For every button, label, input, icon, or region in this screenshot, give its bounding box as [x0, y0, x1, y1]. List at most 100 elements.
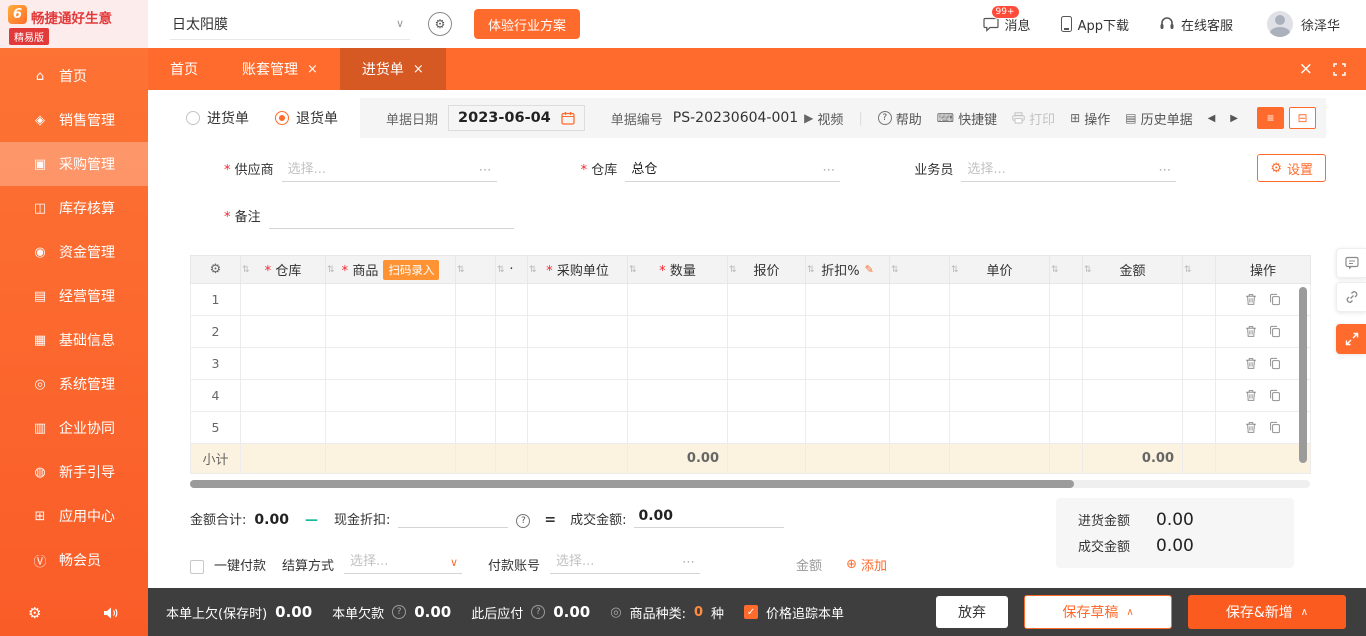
- sidebar-item-member[interactable]: Ⓥ 畅会员: [0, 538, 148, 582]
- cell-product[interactable]: [325, 283, 456, 316]
- cell-unit[interactable]: [527, 379, 628, 412]
- cell-warehouse[interactable]: [240, 283, 326, 316]
- sidebar-item-app-center[interactable]: ⊞ 应用中心: [0, 494, 148, 538]
- sidebar-item-sales[interactable]: ◈ 销售管理: [0, 98, 148, 142]
- cash-discount-input[interactable]: [398, 508, 509, 528]
- cell-discount[interactable]: [805, 347, 890, 380]
- cell-model[interactable]: [495, 347, 528, 380]
- settlement-select[interactable]: 选择... ∨: [344, 552, 463, 574]
- sort-icon[interactable]: ⇅: [951, 265, 959, 275]
- column-header-unit[interactable]: ⇅ 采购单位: [527, 255, 628, 284]
- user-avatar[interactable]: [1266, 11, 1293, 37]
- column-header-product[interactable]: ⇅ 商品扫码录入: [325, 255, 456, 284]
- cell-model[interactable]: [495, 411, 528, 444]
- cell-c9[interactable]: [889, 411, 950, 444]
- date-input[interactable]: 2023-06-04: [448, 105, 585, 131]
- cell-warehouse[interactable]: [240, 315, 326, 348]
- delete-row-icon[interactable]: [1245, 357, 1257, 370]
- nav-left-icon[interactable]: ◀: [1208, 113, 1216, 124]
- account-more-icon[interactable]: ⋯: [682, 556, 696, 569]
- cell-qty[interactable]: [627, 315, 728, 348]
- hotkeys-button[interactable]: ⌨ 快捷键: [937, 109, 997, 128]
- add-payment-button[interactable]: ⊕ 添加: [846, 555, 887, 574]
- column-header-amount[interactable]: ⇅ 金额: [1082, 255, 1183, 284]
- cell-unit[interactable]: [527, 315, 628, 348]
- view-list-button[interactable]: ≡: [1257, 107, 1284, 129]
- scan-entry-button[interactable]: 扫码录入: [383, 259, 440, 280]
- cell-amount[interactable]: [1082, 347, 1183, 380]
- radio-return-order[interactable]: 退货单: [275, 108, 338, 128]
- warehouse-more-icon[interactable]: ⋯: [822, 164, 836, 177]
- cell-product[interactable]: [325, 347, 456, 380]
- link-icon[interactable]: [1336, 282, 1366, 312]
- tab-home[interactable]: 首页: [148, 48, 220, 90]
- sort-icon[interactable]: ⇅: [529, 265, 537, 275]
- cell-c11[interactable]: [1049, 379, 1083, 412]
- nav-right-icon[interactable]: ▶: [1230, 113, 1238, 124]
- tab-account-books[interactable]: 账套管理 ×: [220, 48, 340, 90]
- scrollbar-thumb[interactable]: [190, 480, 1074, 488]
- username[interactable]: 徐泽华: [1301, 15, 1340, 34]
- save-draft-button[interactable]: 保存草稿 ∧: [1024, 595, 1172, 629]
- cell-discount[interactable]: [805, 411, 890, 444]
- sidebar-item-inventory[interactable]: ◫ 库存核算: [0, 186, 148, 230]
- cell-amount[interactable]: [1082, 411, 1183, 444]
- one-click-pay-checkbox[interactable]: [190, 560, 204, 574]
- cell-c9[interactable]: [889, 283, 950, 316]
- cell-model[interactable]: [495, 283, 528, 316]
- cell-model[interactable]: [495, 379, 528, 412]
- view-grid-button[interactable]: ⊟: [1289, 107, 1316, 129]
- price-track-checkbox[interactable]: ✓: [744, 605, 759, 619]
- sidebar-item-base-info[interactable]: ▦ 基础信息: [0, 318, 148, 362]
- cell-spec[interactable]: [455, 315, 496, 348]
- salesman-more-icon[interactable]: ⋯: [1158, 164, 1172, 177]
- close-all-icon[interactable]: ×: [1299, 60, 1313, 78]
- deal-amount-input[interactable]: 0.00: [634, 508, 785, 528]
- column-header-warehouse[interactable]: ⇅ 仓库: [240, 255, 326, 284]
- copy-row-icon[interactable]: [1269, 325, 1281, 338]
- tab-close-icon[interactable]: ×: [307, 62, 318, 77]
- print-button[interactable]: 打印: [1012, 109, 1055, 128]
- app-download-button[interactable]: App下载: [1060, 15, 1129, 34]
- cell-quote[interactable]: [727, 347, 806, 380]
- copy-row-icon[interactable]: [1269, 293, 1281, 306]
- cell-c13[interactable]: [1182, 347, 1216, 380]
- column-header-discount[interactable]: ⇅ 折扣% ✎: [805, 255, 890, 284]
- column-header-quote[interactable]: ⇅ 报价: [727, 255, 806, 284]
- horizontal-scrollbar[interactable]: [190, 480, 1310, 488]
- cell-amount[interactable]: [1082, 315, 1183, 348]
- sidebar-item-purchase[interactable]: ▣ 采购管理: [0, 142, 148, 186]
- scrollbar-thumb[interactable]: [1299, 287, 1307, 463]
- copy-row-icon[interactable]: [1269, 389, 1281, 402]
- copy-row-icon[interactable]: [1269, 357, 1281, 370]
- cell-qty[interactable]: [627, 411, 728, 444]
- sidebar-item-home[interactable]: ⌂ 首页: [0, 54, 148, 98]
- warehouse-input[interactable]: 总仓 ⋯: [625, 160, 841, 182]
- column-header-settings[interactable]: ⚙: [190, 255, 241, 284]
- cell-product[interactable]: [325, 379, 456, 412]
- cell-qty[interactable]: [627, 379, 728, 412]
- cell-c9[interactable]: [889, 379, 950, 412]
- delete-row-icon[interactable]: [1245, 325, 1257, 338]
- grid-settings-icon[interactable]: ⚙: [210, 262, 222, 277]
- messages-button[interactable]: 99+ 消息: [982, 4, 1031, 34]
- cell-price[interactable]: [949, 411, 1050, 444]
- salesman-input[interactable]: 选择... ⋯: [961, 160, 1177, 182]
- cell-amount[interactable]: [1082, 379, 1183, 412]
- cell-quote[interactable]: [727, 315, 806, 348]
- cell-unit[interactable]: [527, 283, 628, 316]
- sort-icon[interactable]: ⇅: [327, 265, 335, 275]
- sort-icon[interactable]: ⇅: [729, 265, 737, 275]
- expand-icon[interactable]: [1336, 324, 1366, 354]
- sort-icon[interactable]: ⇅: [1184, 265, 1192, 275]
- account-input[interactable]: 选择... ⋯: [550, 552, 701, 574]
- delete-row-icon[interactable]: [1245, 389, 1257, 402]
- sort-icon[interactable]: ⇅: [891, 265, 899, 275]
- sidebar-item-funds[interactable]: ◉ 资金管理: [0, 230, 148, 274]
- cell-product[interactable]: [325, 411, 456, 444]
- discard-button[interactable]: 放弃: [936, 596, 1008, 628]
- sort-icon[interactable]: ⇅: [497, 265, 505, 275]
- sort-icon[interactable]: ⇅: [807, 265, 815, 275]
- cash-discount-help-icon[interactable]: ?: [516, 514, 531, 528]
- cell-quote[interactable]: [727, 283, 806, 316]
